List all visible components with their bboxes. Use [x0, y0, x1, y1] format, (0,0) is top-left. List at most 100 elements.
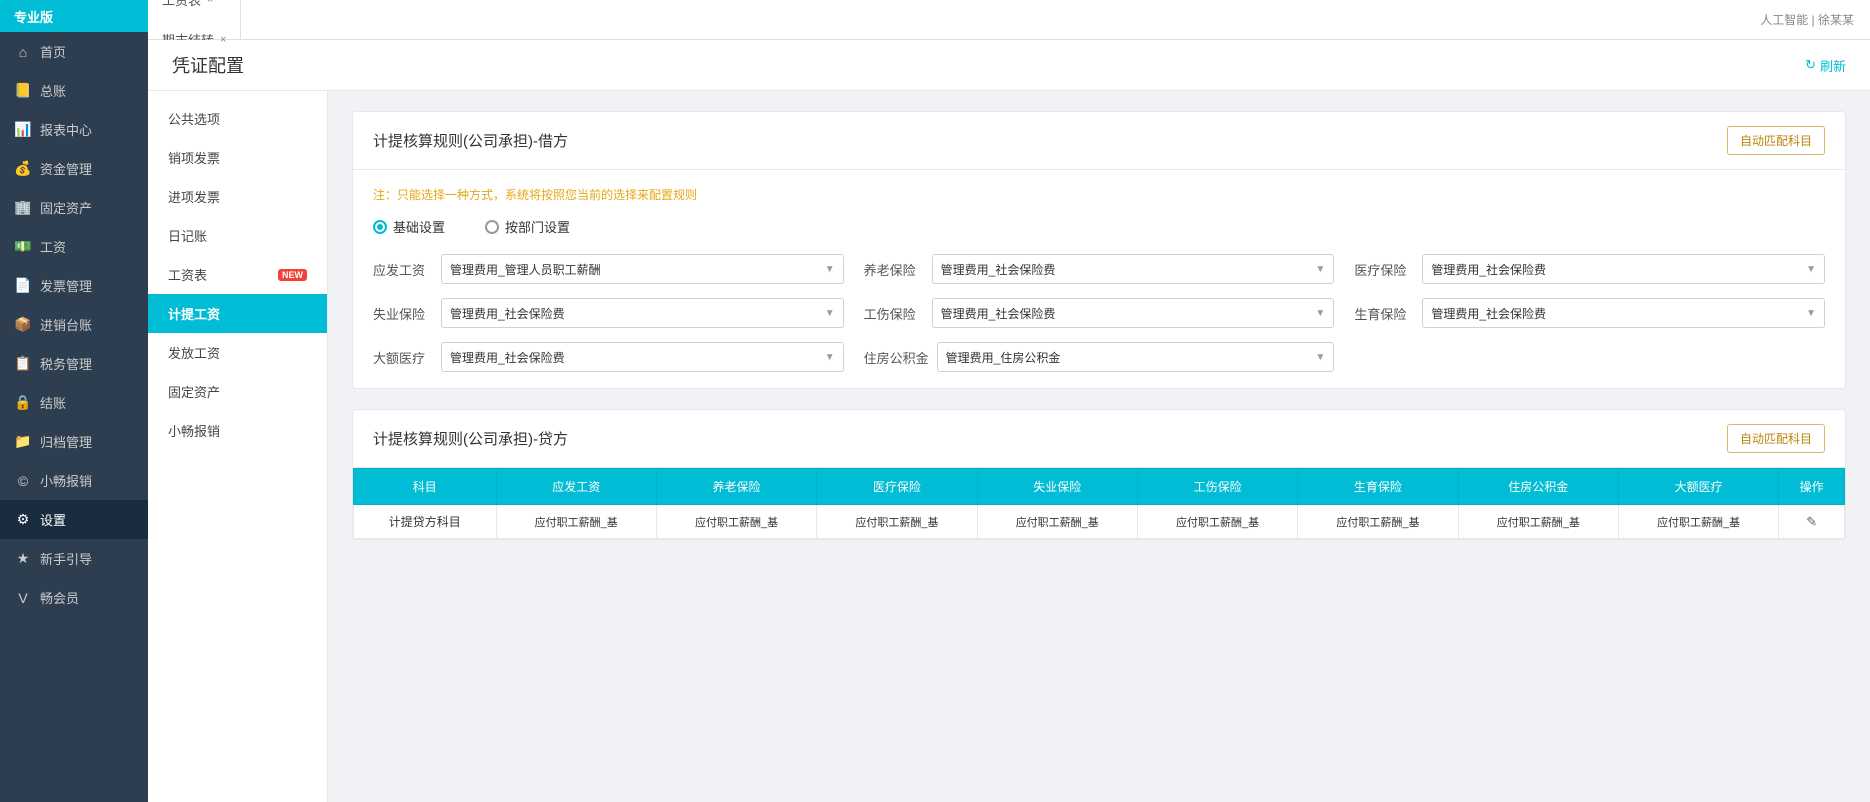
- sidebar-icon-payroll: 💵: [14, 238, 32, 255]
- sidebar-item-xiaochang[interactable]: © 小畅报销: [0, 461, 148, 500]
- table-cell-value-6: 应付职工薪酬_基: [1458, 505, 1618, 539]
- sidebar-label-close: 结账: [40, 393, 66, 412]
- section-debit: 计提核算规则(公司承担)-借方 自动匹配科目 注：只能选择一种方式，系统将按照您…: [352, 111, 1846, 389]
- inner-nav-journal[interactable]: 日记账: [148, 216, 327, 255]
- main-area: 首页工资表×期末结转×凭证配置× 人工智能 | 徐某某 凭证配置 ↻ 刷新 公共…: [148, 0, 1870, 802]
- sidebar-icon-tax: 📋: [14, 355, 32, 372]
- form-row-医疗保险: 医疗保险 管理费用_社会保险费 ▼: [1354, 254, 1825, 284]
- form-label-住房公积金: 住房公积金: [864, 348, 929, 367]
- sidebar-item-guide[interactable]: ★ 新手引导: [0, 539, 148, 578]
- form-label-工伤保险: 工伤保险: [864, 304, 924, 323]
- inner-nav-label-public: 公共选项: [168, 109, 220, 128]
- sidebar-icon-member: V: [14, 590, 32, 606]
- form-select-value-失业保险: 管理费用_社会保险费: [450, 305, 565, 322]
- inner-nav-payroll-table[interactable]: 工资表NEW: [148, 255, 327, 294]
- table-cell-value-3: 应付职工薪酬_基: [977, 505, 1137, 539]
- select-arrow-失业保险: ▼: [825, 308, 835, 319]
- sidebar-label-archive: 归档管理: [40, 432, 92, 451]
- sidebar-icon-settings: ⚙: [14, 511, 32, 528]
- tab-close-voucher-config[interactable]: ×: [220, 74, 226, 86]
- inner-nav-label-red-invoice: 销项发票: [168, 148, 220, 167]
- sidebar-item-invoice[interactable]: 📄 发票管理: [0, 266, 148, 305]
- refresh-icon: ↻: [1805, 57, 1816, 73]
- sidebar-label-tax: 税务管理: [40, 354, 92, 373]
- sidebar-item-assets[interactable]: 🏢 固定资产: [0, 188, 148, 227]
- form-row-失业保险: 失业保险 管理费用_社会保险费 ▼: [373, 298, 844, 328]
- topbar: 首页工资表×期末结转×凭证配置× 人工智能 | 徐某某: [148, 0, 1870, 40]
- section-debit-body: 注：只能选择一种方式，系统将按照您当前的选择来配置规则 基础设置 按部门设置: [353, 170, 1845, 388]
- form-label-养老保险: 养老保险: [864, 260, 924, 279]
- form-row-住房公积金: 住房公积金 管理费用_住房公积金 ▼: [864, 342, 1335, 372]
- user-area: 人工智能 | 徐某某: [1760, 11, 1854, 28]
- select-arrow-医疗保险: ▼: [1806, 264, 1816, 275]
- sidebar-label-xiaochang: 小畅报销: [40, 471, 92, 490]
- form-row-生育保险: 生育保险 管理费用_社会保险费 ▼: [1354, 298, 1825, 328]
- sidebar-item-stock[interactable]: 📦 进销台账: [0, 305, 148, 344]
- form-select-养老保险[interactable]: 管理费用_社会保险费 ▼: [932, 254, 1335, 284]
- radio-basic[interactable]: 基础设置: [373, 217, 445, 236]
- form-select-医疗保险[interactable]: 管理费用_社会保险费 ▼: [1422, 254, 1825, 284]
- tab-close-period-close[interactable]: ×: [220, 34, 226, 46]
- sidebar-icon-guide: ★: [14, 550, 32, 567]
- sidebar-icon-report: 📊: [14, 121, 32, 138]
- sidebar-item-tax[interactable]: 📋 税务管理: [0, 344, 148, 383]
- sidebar-item-report[interactable]: 📊 报表中心: [0, 110, 148, 149]
- radio-dept[interactable]: 按部门设置: [485, 217, 570, 236]
- sidebar-icon-close: 🔒: [14, 394, 32, 411]
- form-row-养老保险: 养老保险 管理费用_社会保险费 ▼: [864, 254, 1335, 284]
- inner-nav-public[interactable]: 公共选项: [148, 99, 327, 138]
- edit-icon[interactable]: ✎: [1806, 514, 1817, 529]
- form-select-value-大额医疗: 管理费用_社会保险费: [450, 349, 565, 366]
- sidebar-label-home: 首页: [40, 42, 66, 61]
- form-select-工伤保险[interactable]: 管理费用_社会保险费 ▼: [932, 298, 1335, 328]
- sidebar-icon-invoice: 📄: [14, 277, 32, 294]
- inner-nav-calc-payroll[interactable]: 计提工资: [148, 294, 327, 333]
- sidebar-item-archive[interactable]: 📁 归档管理: [0, 422, 148, 461]
- inner-nav-issue-payroll[interactable]: 发放工资: [148, 333, 327, 372]
- inner-nav-fixed-assets[interactable]: 固定资产: [148, 372, 327, 411]
- sidebar-label-invoice: 发票管理: [40, 276, 92, 295]
- radio-basic-circle: [373, 220, 387, 234]
- refresh-button[interactable]: ↻ 刷新: [1805, 56, 1846, 75]
- form-select-value-养老保险: 管理费用_社会保险费: [941, 261, 1056, 278]
- auto-match-credit-button[interactable]: 自动匹配科目: [1727, 424, 1825, 453]
- sidebar-icon-archive: 📁: [14, 433, 32, 450]
- sidebar-item-member[interactable]: V 畅会员: [0, 578, 148, 617]
- form-select-应发工资[interactable]: 管理费用_管理人员职工薪酬 ▼: [441, 254, 844, 284]
- sidebar-item-payroll[interactable]: 💵 工资: [0, 227, 148, 266]
- page-title: 凭证配置: [172, 52, 244, 78]
- inner-nav-label-calc-payroll: 计提工资: [168, 304, 220, 323]
- tab-close-payroll[interactable]: ×: [207, 0, 213, 6]
- radio-basic-label: 基础设置: [393, 217, 445, 236]
- form-select-失业保险[interactable]: 管理费用_社会保险费 ▼: [441, 298, 844, 328]
- form-select-大额医疗[interactable]: 管理费用_社会保险费 ▼: [441, 342, 844, 372]
- inner-nav-xiaochang-report[interactable]: 小畅报销: [148, 411, 327, 450]
- auto-match-debit-button[interactable]: 自动匹配科目: [1727, 126, 1825, 155]
- inner-nav-label-issue-payroll: 发放工资: [168, 343, 220, 362]
- table-cell-subject: 计提贷方科目: [354, 505, 497, 539]
- sidebar-label-member: 畅会员: [40, 588, 79, 607]
- form-select-value-工伤保险: 管理费用_社会保险费: [941, 305, 1056, 322]
- tab-payroll[interactable]: 工资表×: [148, 0, 241, 20]
- sidebar-icon-fund: 💰: [14, 160, 32, 177]
- inner-nav-label-fixed-assets: 固定资产: [168, 382, 220, 401]
- sidebar-item-ledger[interactable]: 📒 总账: [0, 71, 148, 110]
- form-label-生育保险: 生育保险: [1354, 304, 1414, 323]
- inner-nav-red-invoice[interactable]: 销项发票: [148, 138, 327, 177]
- section-credit-body: 科目应发工资养老保险医疗保险失业保险工伤保险生育保险住房公积金大额医疗操作 计提…: [353, 468, 1845, 539]
- table-cell-value-2: 应付职工薪酬_基: [817, 505, 977, 539]
- form-select-住房公积金[interactable]: 管理费用_住房公积金 ▼: [937, 342, 1335, 372]
- sidebar-item-home[interactable]: ⌂ 首页: [0, 32, 148, 71]
- col-header-操作: 操作: [1779, 469, 1845, 505]
- col-header-生育保险: 生育保险: [1298, 469, 1458, 505]
- section-credit: 计提核算规则(公司承担)-贷方 自动匹配科目 科目应发工资养老保险医疗保险失业保…: [352, 409, 1846, 540]
- sidebar-item-settings[interactable]: ⚙ 设置: [0, 500, 148, 539]
- form-row-工伤保险: 工伤保险 管理费用_社会保险费 ▼: [864, 298, 1335, 328]
- sidebar-label-report: 报表中心: [40, 120, 92, 139]
- sidebar-item-fund[interactable]: 💰 资金管理: [0, 149, 148, 188]
- sidebar-label-fund: 资金管理: [40, 159, 92, 178]
- form-select-生育保险[interactable]: 管理费用_社会保险费 ▼: [1422, 298, 1825, 328]
- inner-nav-input-invoice[interactable]: 进项发票: [148, 177, 327, 216]
- table-cell-action[interactable]: ✎: [1779, 505, 1845, 539]
- sidebar-item-close[interactable]: 🔒 结账: [0, 383, 148, 422]
